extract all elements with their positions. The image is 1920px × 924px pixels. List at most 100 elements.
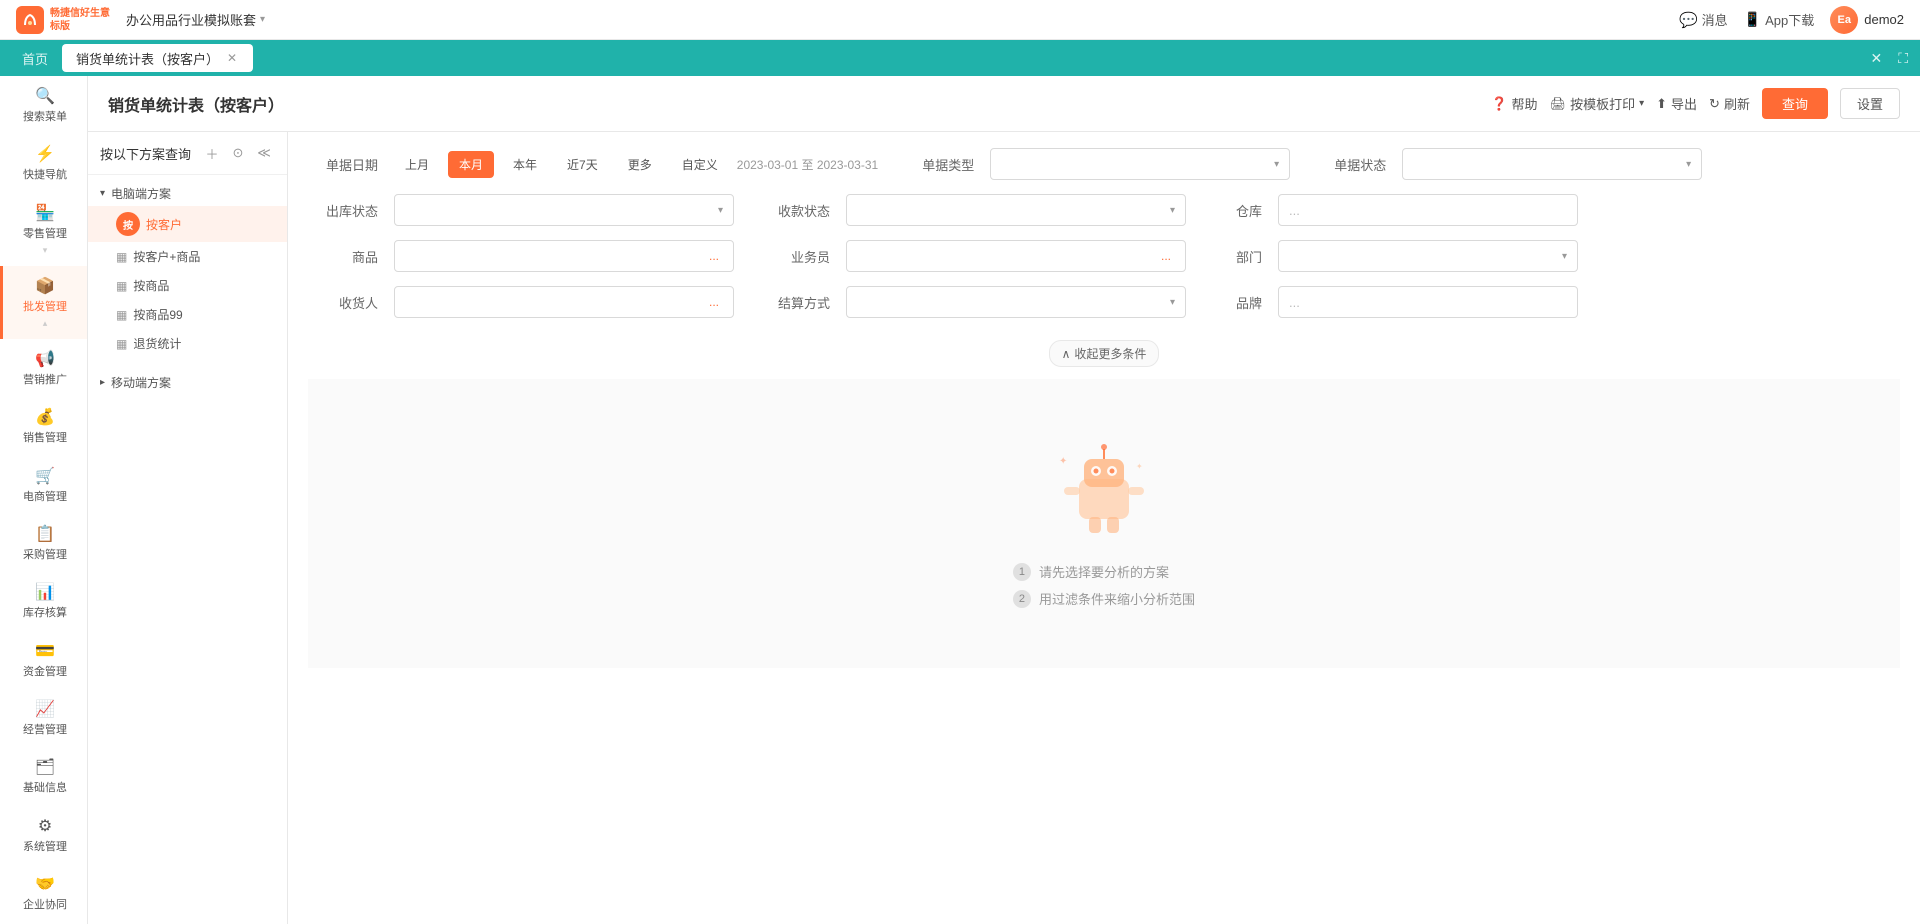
staff-more-btn[interactable]: ...	[1157, 249, 1175, 263]
sidebar-label-ecommerce: 电商管理	[23, 490, 67, 504]
sidebar-item-quick-nav[interactable]: ⚡ 快捷导航	[0, 134, 87, 192]
sidebar-item-corp-collab[interactable]: 🤝 企业协同	[0, 864, 87, 922]
sidebar-label-wholesale: 批发管理	[23, 300, 67, 314]
warehouse-input[interactable]: ...	[1278, 194, 1578, 226]
receiver-input[interactable]: ...	[394, 286, 734, 318]
scheme-group-pc-header[interactable]: ▾ 电脑端方案	[88, 181, 287, 206]
help-btn[interactable]: ❓ 帮助	[1491, 94, 1537, 113]
sidebar-item-inventory[interactable]: 📊 库存核算	[0, 572, 87, 630]
collect-status-arrow-icon: ▾	[1170, 205, 1175, 216]
app-download-action[interactable]: 📱 App下载	[1744, 10, 1815, 29]
date-btn-7days[interactable]: 近7天	[556, 151, 609, 178]
header-right: 💬 消息 📱 App下载 Ea demo2	[1679, 6, 1904, 34]
settings-button[interactable]: 设置	[1840, 88, 1900, 119]
sidebar-label-system: 系统管理	[23, 840, 67, 854]
sidebar: 🔍 搜索菜单 ⚡ 快捷导航 🏪 零售管理 ▾ 📦 批发管理 ▴ 📢 营销推广 💰…	[0, 76, 88, 924]
sidebar-item-operations[interactable]: 📈 经营管理	[0, 689, 87, 747]
refresh-btn[interactable]: ↻ 刷新	[1709, 94, 1750, 113]
doc-status-arrow-icon: ▾	[1686, 159, 1691, 170]
sidebar-item-system[interactable]: ⚙ 系统管理	[0, 806, 87, 864]
sidebar-item-search-menu[interactable]: 🔍 搜索菜单	[0, 76, 87, 134]
message-action[interactable]: 💬 消息	[1679, 10, 1728, 29]
doc-status-input[interactable]: ▾	[1402, 148, 1702, 180]
brand-input[interactable]: ...	[1278, 286, 1578, 318]
goods-more-btn[interactable]: ...	[705, 249, 723, 263]
tab-sales-stat[interactable]: 销货单统计表（按客户） ✕	[62, 44, 253, 72]
retail-arrow-icon: ▾	[43, 245, 48, 256]
export-icon: ⬆	[1656, 96, 1667, 112]
scheme-item-return-stat-icon: ▦	[116, 337, 127, 351]
date-btn-more[interactable]: 更多	[617, 151, 663, 178]
settle-input[interactable]: ▾	[846, 286, 1186, 318]
tip-text-1: 请先选择要分析的方案	[1039, 562, 1169, 581]
collapse-btn[interactable]: ∧ 收起更多条件	[1049, 340, 1160, 367]
date-btn-custom[interactable]: 自定义	[671, 151, 729, 178]
empty-tips: 1 请先选择要分析的方案 2 用过滤条件来缩小分析范围	[1013, 562, 1195, 608]
tab-home-label: 首页	[22, 49, 48, 68]
sidebar-item-sales[interactable]: 💰 销售管理	[0, 397, 87, 455]
scheme-item-return-stat[interactable]: ▦ 退货统计	[88, 329, 287, 358]
tab-sales-stat-close[interactable]: ✕	[225, 51, 239, 65]
date-btn-last-month[interactable]: 上月	[394, 151, 440, 178]
main-content: 按以下方案查询 ＋ ⊙ ≪ ▾ 电脑端方案	[88, 132, 1920, 924]
scheme-item-by-goods-99[interactable]: ▦ 按商品99	[88, 300, 287, 329]
tab-sales-stat-label: 销货单统计表（按客户）	[76, 49, 219, 68]
sidebar-label-retail: 零售管理	[23, 227, 67, 241]
sidebar-label-marketing: 营销推广	[23, 373, 67, 387]
collapse-icon: ∧	[1062, 347, 1071, 361]
scheme-collapse-btn[interactable]: ≪	[253, 142, 275, 164]
staff-input[interactable]: ...	[846, 240, 1186, 272]
tab-maximize-btn[interactable]: ⛶	[1894, 46, 1912, 71]
scheme-add-btn[interactable]: ＋	[201, 142, 223, 164]
scheme-item-by-goods[interactable]: ▦ 按商品	[88, 271, 287, 300]
sidebar-item-wholesale[interactable]: 📦 批发管理 ▴	[0, 266, 87, 339]
filter-panel: 单据日期 上月 本月 本年 近7天 更多 自定义 2023-03-01 至 20…	[288, 132, 1920, 924]
brand-label: 品牌	[1222, 293, 1262, 312]
scheme-header: 按以下方案查询 ＋ ⊙ ≪	[88, 132, 287, 175]
user-avatar-btn[interactable]: Ea demo2	[1830, 6, 1904, 34]
collect-status-input[interactable]: ▾	[846, 194, 1186, 226]
filter-row-receiver: 收货人 ... 结算方式 ▾ 品牌 ...	[308, 286, 1900, 318]
dept-input[interactable]: ▾	[1278, 240, 1578, 272]
sidebar-item-purchase[interactable]: 📋 采购管理	[0, 514, 87, 572]
empty-tip-2: 2 用过滤条件来缩小分析范围	[1013, 589, 1195, 608]
date-btn-this-month[interactable]: 本月	[448, 151, 494, 178]
scheme-item-return-stat-label: 退货统计	[133, 335, 181, 352]
sidebar-item-ecommerce[interactable]: 🛒 电商管理	[0, 456, 87, 514]
app-selector[interactable]: 办公用品行业模拟账套 ▾	[118, 6, 273, 33]
query-button[interactable]: 查询	[1762, 88, 1828, 119]
system-icon: ⚙	[38, 816, 52, 836]
sidebar-item-retail[interactable]: 🏪 零售管理 ▾	[0, 193, 87, 266]
print-btn[interactable]: 🖨 按模板打印 ▾	[1550, 94, 1645, 113]
tab-close-all-btn[interactable]: ✕	[1866, 46, 1886, 71]
goods-input[interactable]: ...	[394, 240, 734, 272]
scheme-settings-btn[interactable]: ⊙	[227, 142, 249, 164]
logo-text: 畅捷信好生意 标版	[50, 7, 110, 33]
sidebar-item-finance[interactable]: 💳 资金管理	[0, 631, 87, 689]
out-status-input[interactable]: ▾	[394, 194, 734, 226]
active-scheme-dot: 按	[116, 212, 140, 236]
date-btn-this-year[interactable]: 本年	[502, 151, 548, 178]
main-layout: 🔍 搜索菜单 ⚡ 快捷导航 🏪 零售管理 ▾ 📦 批发管理 ▴ 📢 营销推广 💰…	[0, 76, 1920, 924]
tip-num-1: 1	[1013, 563, 1031, 581]
export-btn[interactable]: ⬆ 导出	[1656, 94, 1697, 113]
collect-status-label: 收款状态	[770, 201, 830, 220]
scheme-item-by-customer[interactable]: 按 按客户	[88, 206, 287, 242]
operations-icon: 📈	[35, 699, 55, 719]
sidebar-item-basic-info[interactable]: 🗂 基础信息	[0, 747, 87, 805]
industry-arrow: ▾	[260, 14, 265, 25]
collapse-label: 收起更多条件	[1074, 345, 1146, 362]
scheme-group-mobile-header[interactable]: ▸ 移动端方案	[88, 370, 287, 395]
app-download-label: App下载	[1765, 10, 1814, 29]
sidebar-label-operations: 经营管理	[23, 723, 67, 737]
empty-tip-1: 1 请先选择要分析的方案	[1013, 562, 1195, 581]
sidebar-item-marketing[interactable]: 📢 营销推广	[0, 339, 87, 397]
receiver-label: 收货人	[308, 293, 378, 312]
scheme-item-by-customer-goods[interactable]: ▦ 按客户+商品	[88, 242, 287, 271]
receiver-more-btn[interactable]: ...	[705, 295, 723, 309]
user-name: demo2	[1864, 12, 1904, 27]
sidebar-label-quick-nav: 快捷导航	[23, 168, 67, 182]
doc-type-input[interactable]: ▾	[990, 148, 1290, 180]
print-icon: 🖨	[1550, 96, 1567, 112]
tab-home[interactable]: 首页	[8, 44, 62, 72]
